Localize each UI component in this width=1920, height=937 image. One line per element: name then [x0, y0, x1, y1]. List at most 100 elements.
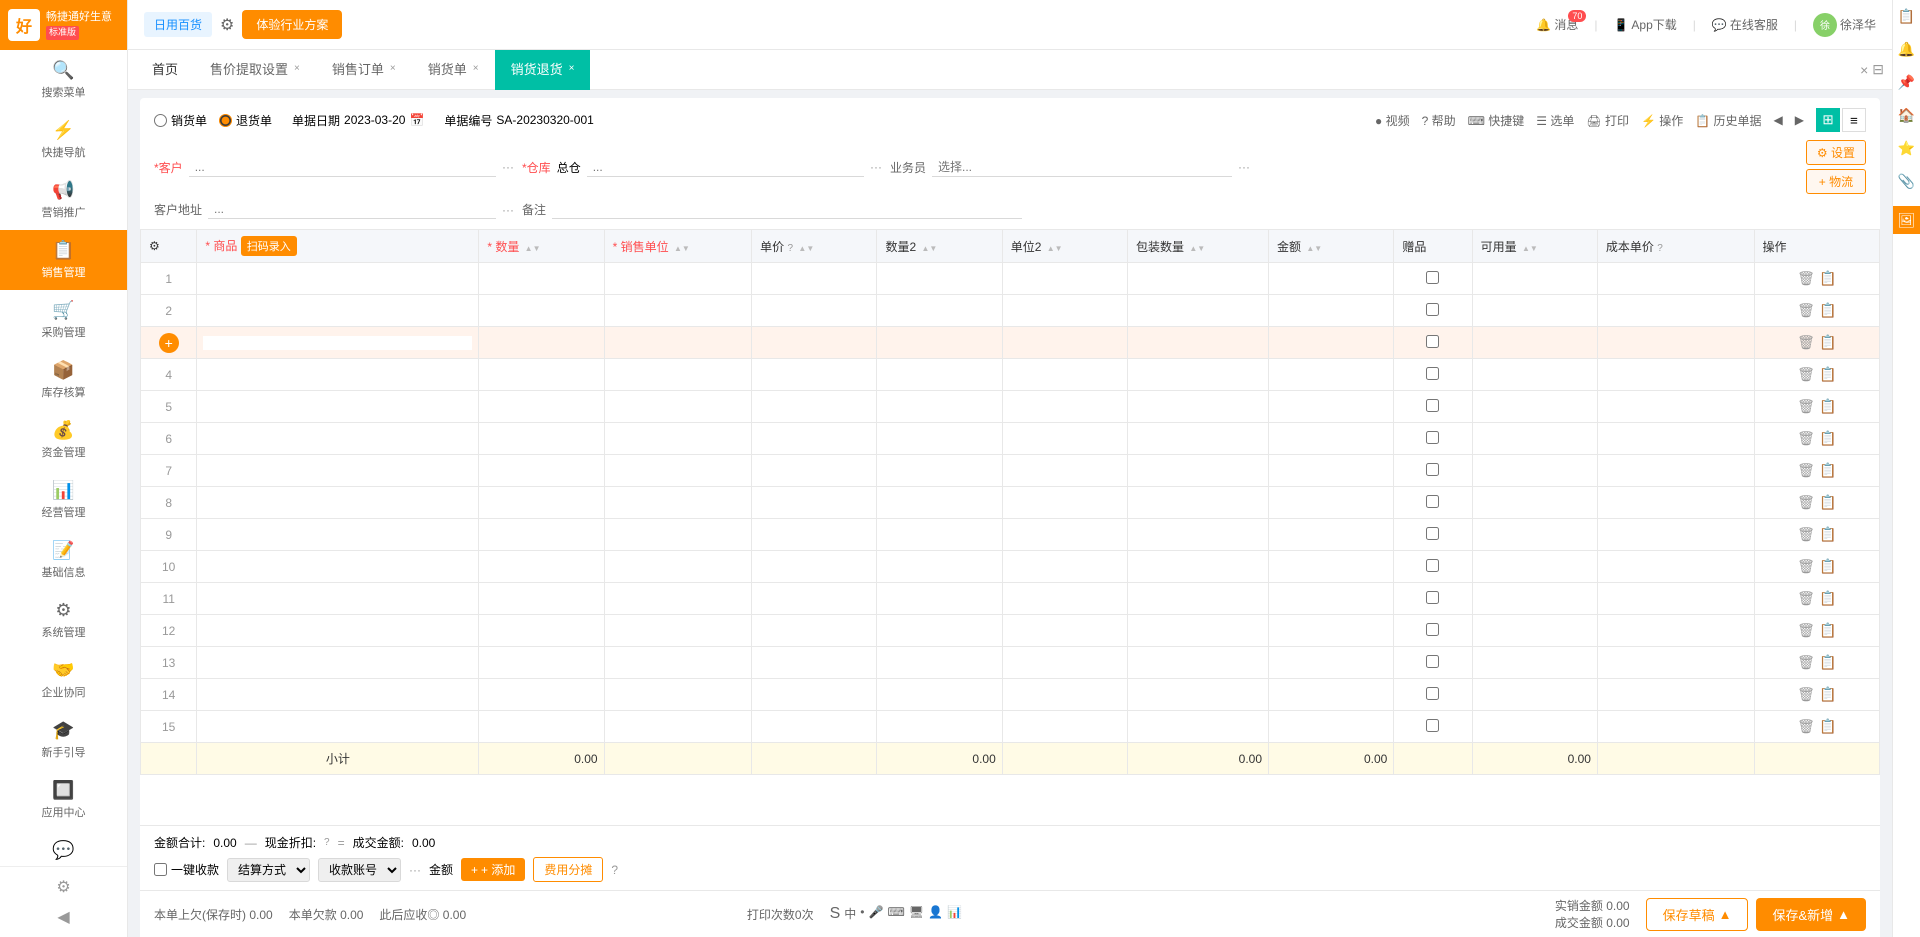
qty-cell[interactable]	[479, 455, 604, 487]
amount-cell[interactable]	[1269, 455, 1394, 487]
goods-cell[interactable]	[197, 679, 479, 711]
message-button[interactable]: 🔔 消息 70	[1536, 16, 1578, 33]
unit-cell[interactable]	[604, 647, 752, 679]
gift-checkbox[interactable]	[1426, 591, 1439, 604]
sidebar-item-guide[interactable]: 🎓 新手引导	[0, 710, 127, 770]
right-panel-item-7[interactable]: 🖼	[1893, 206, 1920, 234]
amount-cell[interactable]	[1269, 679, 1394, 711]
help-action[interactable]: ? 帮助	[1422, 112, 1456, 129]
gift-cell[interactable]	[1394, 295, 1472, 327]
pack-qty-cell[interactable]	[1128, 487, 1269, 519]
gift-checkbox[interactable]	[1426, 495, 1439, 508]
delete-row-button[interactable]: 🗑	[1797, 334, 1815, 351]
gift-checkbox[interactable]	[1426, 623, 1439, 636]
price-cell[interactable]	[752, 711, 877, 743]
qty-cell[interactable]	[479, 679, 604, 711]
pack-qty-cell[interactable]	[1128, 391, 1269, 423]
qty2-cell[interactable]	[877, 263, 1002, 295]
cost-price-cell[interactable]	[1597, 647, 1754, 679]
unit2-cell[interactable]	[1002, 263, 1127, 295]
copy-row-button[interactable]: 📋	[1819, 622, 1836, 639]
qty2-cell[interactable]	[877, 679, 1002, 711]
gift-cell[interactable]	[1394, 455, 1472, 487]
qty2-cell[interactable]	[877, 583, 1002, 615]
qty2-cell[interactable]	[877, 391, 1002, 423]
available-cell[interactable]	[1472, 423, 1597, 455]
price-cell[interactable]	[752, 455, 877, 487]
price-cell[interactable]	[752, 487, 877, 519]
unit-cell[interactable]	[604, 295, 752, 327]
discount-help-icon[interactable]: ?	[324, 837, 330, 848]
account-select[interactable]: 收款账号	[318, 858, 401, 882]
price-cell[interactable]	[752, 679, 877, 711]
goods-cell[interactable]	[197, 615, 479, 647]
tab-price-setting[interactable]: 售价提取设置 ×	[194, 50, 316, 90]
add-row-button[interactable]: +	[159, 333, 179, 353]
qty-cell[interactable]	[479, 519, 604, 551]
copy-row-button[interactable]: 📋	[1819, 526, 1836, 543]
delete-row-button[interactable]: 🗑	[1797, 302, 1815, 319]
tab-close-icon[interactable]: ×	[473, 63, 479, 74]
sidebar-bottom-settings[interactable]: ⚙	[56, 877, 70, 897]
cost-price-cell[interactable]	[1597, 583, 1754, 615]
calendar-icon[interactable]: 📅	[409, 113, 424, 127]
qty-cell[interactable]	[479, 615, 604, 647]
available-cell[interactable]	[1472, 487, 1597, 519]
copy-row-button[interactable]: 📋	[1819, 462, 1836, 479]
amount-cell[interactable]	[1269, 647, 1394, 679]
qty-cell[interactable]	[479, 359, 604, 391]
unit2-cell[interactable]	[1002, 487, 1127, 519]
gift-cell[interactable]	[1394, 647, 1472, 679]
sidebar-item-search[interactable]: 🔍 搜索菜单	[0, 50, 127, 110]
cost-price-cell[interactable]	[1597, 487, 1754, 519]
operation-action[interactable]: ⚡ 操作	[1641, 112, 1683, 129]
available-cell[interactable]	[1472, 583, 1597, 615]
account-more[interactable]: ···	[409, 863, 421, 877]
available-cell[interactable]	[1472, 647, 1597, 679]
amount-cell[interactable]	[1269, 423, 1394, 455]
price-cell[interactable]	[752, 551, 877, 583]
unit2-cell[interactable]	[1002, 359, 1127, 391]
price-cell[interactable]	[752, 295, 877, 327]
pack-qty-cell[interactable]	[1128, 647, 1269, 679]
save-new-button[interactable]: 保存&新增 ▲	[1756, 898, 1866, 931]
price-sort[interactable]: ▲▼	[798, 244, 814, 253]
cost-price-cell[interactable]	[1597, 455, 1754, 487]
logistics-button[interactable]: + 物流	[1806, 169, 1866, 194]
sidebar-item-operation[interactable]: 📊 经营管理	[0, 470, 127, 530]
copy-row-button[interactable]: 📋	[1819, 718, 1836, 735]
amount-cell[interactable]	[1269, 295, 1394, 327]
sidebar-item-enterprise[interactable]: 🤝 企业协同	[0, 650, 127, 710]
qty2-cell[interactable]	[877, 711, 1002, 743]
gift-checkbox[interactable]	[1426, 687, 1439, 700]
delete-row-button[interactable]: 🗑	[1797, 718, 1815, 735]
right-panel-item-6[interactable]: 📎	[1898, 173, 1915, 190]
unit-cell[interactable]	[604, 679, 752, 711]
goods-cell[interactable]	[197, 455, 479, 487]
unit-cell[interactable]	[604, 711, 752, 743]
unit-cell[interactable]	[604, 391, 752, 423]
qty2-cell[interactable]	[877, 295, 1002, 327]
cost-price-cell[interactable]	[1597, 615, 1754, 647]
available-cell[interactable]	[1472, 359, 1597, 391]
print-action[interactable]: 🖨 打印	[1586, 112, 1629, 129]
copy-row-button[interactable]: 📋	[1819, 654, 1836, 671]
goods-cell[interactable]	[197, 583, 479, 615]
user-menu[interactable]: 徐 徐泽华	[1813, 13, 1876, 37]
goods-cell[interactable]	[197, 647, 479, 679]
radio-sales-delivery[interactable]: 销货单	[154, 112, 207, 129]
gift-cell[interactable]	[1394, 711, 1472, 743]
pack-qty-cell[interactable]	[1128, 327, 1269, 359]
unit2-cell[interactable]	[1002, 455, 1127, 487]
tab-home[interactable]: 首页	[136, 50, 194, 90]
cost-price-cell[interactable]	[1597, 359, 1754, 391]
copy-row-button[interactable]: 📋	[1819, 366, 1836, 383]
video-action[interactable]: ● 视频	[1375, 112, 1410, 129]
price-cell[interactable]	[752, 647, 877, 679]
qty-cell[interactable]	[479, 711, 604, 743]
qty2-cell[interactable]	[877, 519, 1002, 551]
note-input[interactable]	[552, 200, 1022, 219]
unit2-cell[interactable]	[1002, 295, 1127, 327]
amount-cell[interactable]	[1269, 487, 1394, 519]
unit2-cell[interactable]	[1002, 519, 1127, 551]
